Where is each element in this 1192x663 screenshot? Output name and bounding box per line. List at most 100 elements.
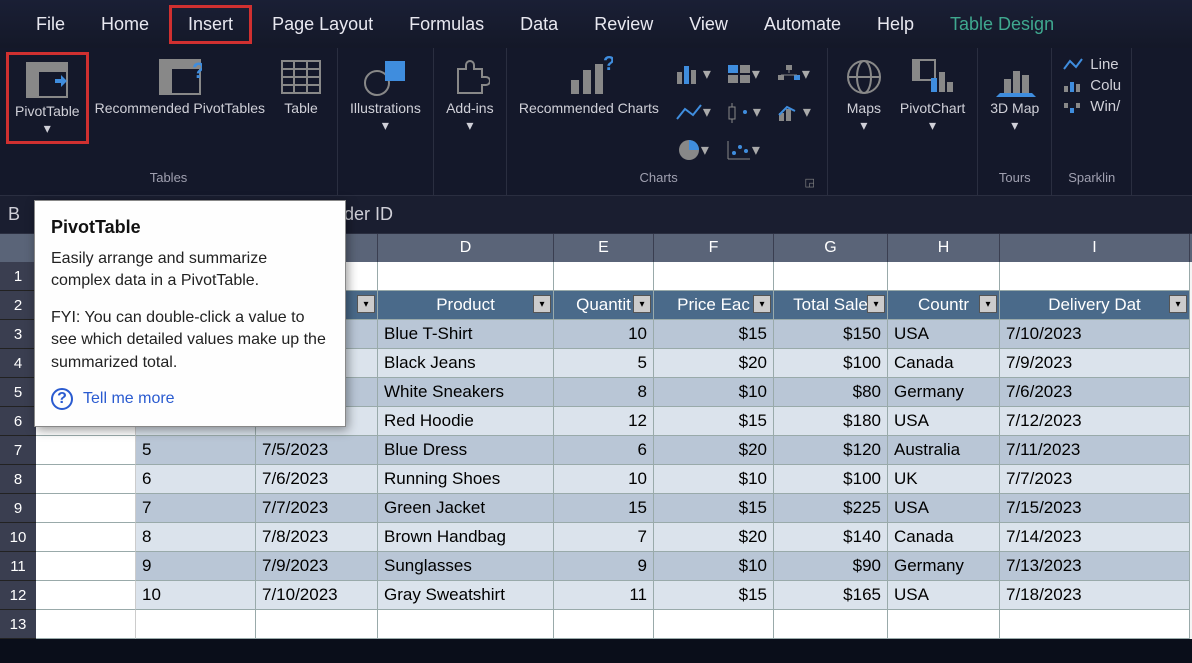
- table-cell[interactable]: 7/12/2023: [1000, 407, 1190, 436]
- table-cell[interactable]: $10: [654, 552, 774, 581]
- menu-page-layout[interactable]: Page Layout: [256, 8, 389, 41]
- row-header[interactable]: 13: [0, 610, 36, 639]
- tell-me-more-link[interactable]: ? Tell me more: [51, 388, 329, 410]
- table-cell[interactable]: Red Hoodie: [378, 407, 554, 436]
- maps-button[interactable]: Maps▾: [834, 52, 894, 138]
- table-cell[interactable]: 7/18/2023: [1000, 581, 1190, 610]
- table-cell[interactable]: 7/5/2023: [256, 436, 378, 465]
- table-cell[interactable]: [1000, 262, 1190, 291]
- table-cell[interactable]: [888, 610, 1000, 639]
- chart-pie-button[interactable]: ▾: [669, 132, 717, 168]
- table-cell[interactable]: $150: [774, 320, 888, 349]
- column-header[interactable]: H: [888, 234, 1000, 262]
- 3d-map-button[interactable]: 3D Map▾: [984, 52, 1045, 138]
- filter-button[interactable]: ▾: [979, 295, 997, 313]
- table-cell[interactable]: 7: [554, 523, 654, 552]
- row-header[interactable]: 9: [0, 494, 36, 523]
- table-cell[interactable]: 7/9/2023: [256, 552, 378, 581]
- cell[interactable]: [36, 581, 136, 610]
- table-cell[interactable]: Blue T-Shirt: [378, 320, 554, 349]
- table-header-cell[interactable]: Price Eac▾: [654, 291, 774, 320]
- table-cell[interactable]: Sunglasses: [378, 552, 554, 581]
- table-cell[interactable]: $100: [774, 465, 888, 494]
- table-cell[interactable]: $10: [654, 465, 774, 494]
- row-header[interactable]: 11: [0, 552, 36, 581]
- table-cell[interactable]: Germany: [888, 552, 1000, 581]
- filter-button[interactable]: ▾: [1169, 295, 1187, 313]
- column-header[interactable]: E: [554, 234, 654, 262]
- table-cell[interactable]: Black Jeans: [378, 349, 554, 378]
- table-cell[interactable]: 7/6/2023: [1000, 378, 1190, 407]
- table-cell[interactable]: $15: [654, 320, 774, 349]
- table-cell[interactable]: $180: [774, 407, 888, 436]
- recommended-pivottables-button[interactable]: ? Recommended PivotTables: [89, 52, 271, 121]
- table-cell[interactable]: White Sneakers: [378, 378, 554, 407]
- table-cell[interactable]: 11: [554, 581, 654, 610]
- row-header[interactable]: 12: [0, 581, 36, 610]
- column-header[interactable]: I: [1000, 234, 1190, 262]
- menu-file[interactable]: File: [20, 8, 81, 41]
- row-header[interactable]: 2: [0, 291, 36, 320]
- table-cell[interactable]: $140: [774, 523, 888, 552]
- table-cell[interactable]: $165: [774, 581, 888, 610]
- table-cell[interactable]: 7/6/2023: [256, 465, 378, 494]
- table-cell[interactable]: [654, 262, 774, 291]
- cell[interactable]: [36, 494, 136, 523]
- table-cell[interactable]: Brown Handbag: [378, 523, 554, 552]
- cell[interactable]: [36, 552, 136, 581]
- table-header-cell[interactable]: Total Sale▾: [774, 291, 888, 320]
- row-header[interactable]: 6: [0, 407, 36, 436]
- table-cell[interactable]: [136, 610, 256, 639]
- table-header-cell[interactable]: Product▾: [378, 291, 554, 320]
- menu-automate[interactable]: Automate: [748, 8, 857, 41]
- table-cell[interactable]: 7/10/2023: [1000, 320, 1190, 349]
- cell[interactable]: [36, 465, 136, 494]
- table-cell[interactable]: 7/8/2023: [256, 523, 378, 552]
- table-cell[interactable]: $90: [774, 552, 888, 581]
- formula-content[interactable]: rder ID: [338, 204, 393, 225]
- table-cell[interactable]: Germany: [888, 378, 1000, 407]
- pivotchart-button[interactable]: PivotChart▾: [894, 52, 971, 138]
- table-cell[interactable]: 10: [554, 465, 654, 494]
- table-cell[interactable]: USA: [888, 494, 1000, 523]
- table-cell[interactable]: 8: [554, 378, 654, 407]
- table-cell[interactable]: [654, 610, 774, 639]
- table-cell[interactable]: $100: [774, 349, 888, 378]
- filter-button[interactable]: ▾: [533, 295, 551, 313]
- table-cell[interactable]: 7/15/2023: [1000, 494, 1190, 523]
- table-cell[interactable]: $15: [654, 581, 774, 610]
- menu-insert[interactable]: Insert: [169, 5, 252, 44]
- filter-button[interactable]: ▾: [633, 295, 651, 313]
- table-cell[interactable]: 7/7/2023: [256, 494, 378, 523]
- table-cell[interactable]: Australia: [888, 436, 1000, 465]
- column-header[interactable]: F: [654, 234, 774, 262]
- table-header-cell[interactable]: Quantit▾: [554, 291, 654, 320]
- sparkline-line-button[interactable]: Line: [1062, 56, 1121, 73]
- table-cell[interactable]: USA: [888, 407, 1000, 436]
- pivottable-button[interactable]: PivotTable▾: [6, 52, 89, 144]
- table-cell[interactable]: $15: [654, 494, 774, 523]
- row-header[interactable]: 7: [0, 436, 36, 465]
- table-cell[interactable]: 12: [554, 407, 654, 436]
- menu-review[interactable]: Review: [578, 8, 669, 41]
- table-cell[interactable]: 10: [554, 320, 654, 349]
- row-header[interactable]: 1: [0, 262, 36, 291]
- menu-data[interactable]: Data: [504, 8, 574, 41]
- table-cell[interactable]: 5: [136, 436, 256, 465]
- table-cell[interactable]: 5: [554, 349, 654, 378]
- table-cell[interactable]: $80: [774, 378, 888, 407]
- chart-scatter-button[interactable]: ▾: [719, 132, 767, 168]
- table-cell[interactable]: 6: [136, 465, 256, 494]
- sparkline-column-button[interactable]: Colu: [1062, 77, 1121, 94]
- cell[interactable]: [36, 436, 136, 465]
- row-header[interactable]: 3: [0, 320, 36, 349]
- table-cell[interactable]: 7/11/2023: [1000, 436, 1190, 465]
- table-cell[interactable]: $225: [774, 494, 888, 523]
- menu-table-design[interactable]: Table Design: [934, 8, 1070, 41]
- table-cell[interactable]: [774, 610, 888, 639]
- table-cell[interactable]: 15: [554, 494, 654, 523]
- table-cell[interactable]: [1000, 610, 1190, 639]
- filter-button[interactable]: ▾: [357, 295, 375, 313]
- table-cell[interactable]: $20: [654, 349, 774, 378]
- table-button[interactable]: Table: [271, 52, 331, 121]
